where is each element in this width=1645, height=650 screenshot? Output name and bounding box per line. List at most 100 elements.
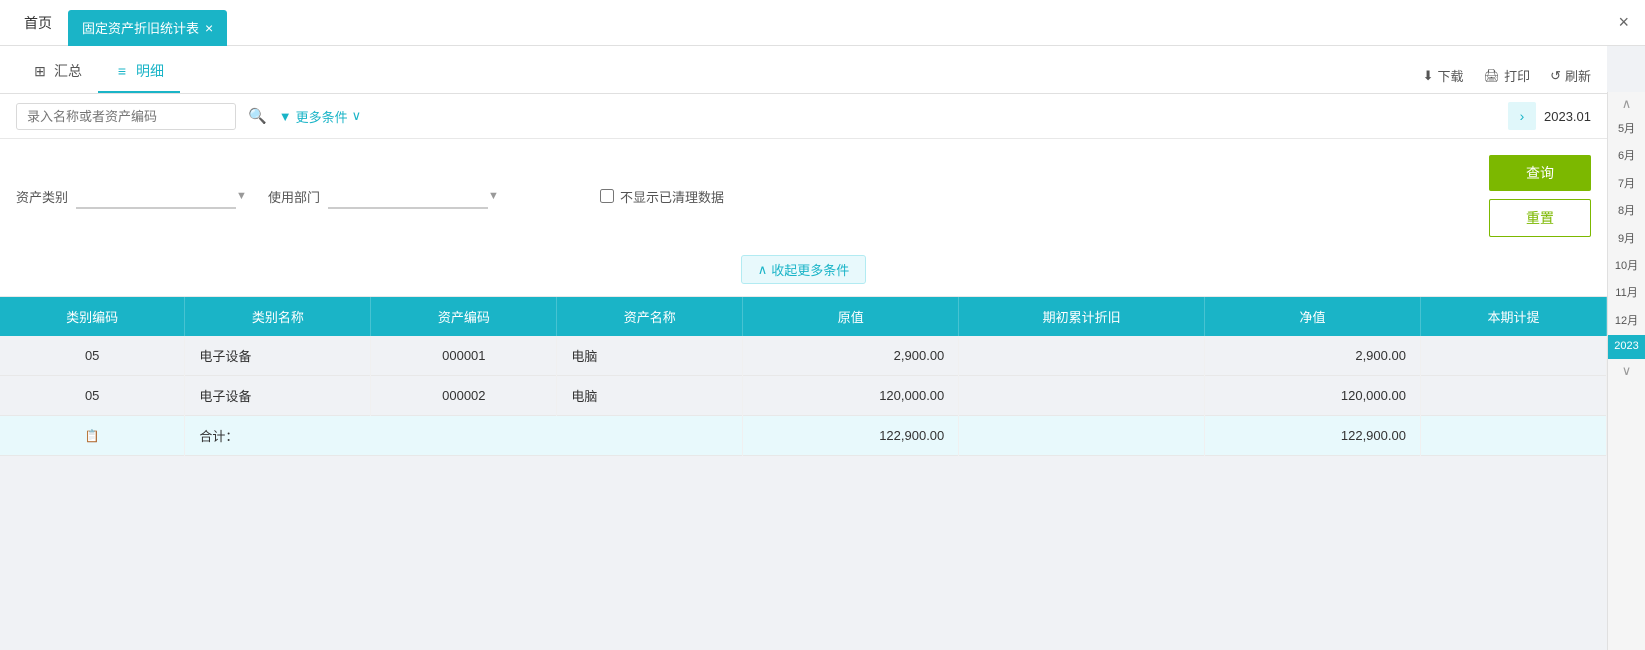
filter-buttons: 查询 重置 xyxy=(1489,155,1591,237)
print-icon: 🖨 xyxy=(1484,68,1501,84)
total-icon: 📋 xyxy=(0,416,185,456)
collapse-bar: ∧ 收起更多条件 xyxy=(16,249,1591,288)
cell-category-name: 电子设备 xyxy=(185,336,371,376)
refresh-label: 刷新 xyxy=(1565,66,1591,85)
total-original-value: 122,900.00 xyxy=(743,416,959,456)
asset-category-filter: 资产类别 ▼ xyxy=(16,184,236,209)
arrow-right-icon: › xyxy=(1520,108,1525,124)
table-total-row: 📋 合计： 122,900.00 122,900.00 xyxy=(0,416,1607,456)
cleared-data-filter: 不显示已清理数据 xyxy=(600,187,724,206)
cell-asset-name: 电脑 xyxy=(557,376,743,416)
cell-accum-depreciation xyxy=(959,376,1205,416)
filter-area: 资产类别 ▼ 使用部门 ▼ 不显示已清理数据 xyxy=(0,139,1607,297)
table-container: 类别编码 类别名称 资产编码 资产名称 原值 期初累计折旧 净值 本期计提 05… xyxy=(0,297,1607,604)
filter-icon: ▼ xyxy=(279,109,292,124)
top-nav: 首页 固定资产折旧统计表 × × xyxy=(0,0,1645,46)
more-filter-label: 更多条件 xyxy=(296,107,348,126)
more-filter-button[interactable]: ▼ 更多条件 ∨ xyxy=(279,107,361,126)
col-header-current-depreciation: 本期计提 xyxy=(1420,297,1606,336)
month-item[interactable]: 5月 xyxy=(1613,116,1640,143)
cell-asset-code: 000001 xyxy=(371,336,557,376)
scroll-up-button[interactable]: ∧ xyxy=(1608,92,1645,116)
print-label: 打印 xyxy=(1504,66,1530,85)
use-dept-dropdown-icon[interactable]: ▼ xyxy=(488,190,499,202)
col-header-asset-name: 资产名称 xyxy=(557,297,743,336)
col-header-net-value: 净值 xyxy=(1204,297,1420,336)
table-row: 05 电子设备 000002 电脑 120,000.00 120,000.00 xyxy=(0,376,1607,416)
cell-net-value: 2,900.00 xyxy=(1204,336,1420,376)
refresh-icon: ↺ xyxy=(1550,68,1561,84)
download-label: 下载 xyxy=(1438,66,1464,85)
tab-summary-label: 汇总 xyxy=(54,61,82,81)
month-item[interactable]: 11月 xyxy=(1613,280,1640,307)
month-item[interactable]: 12月 xyxy=(1613,308,1640,335)
table-row: 05 电子设备 000001 电脑 2,900.00 2,900.00 xyxy=(0,336,1607,376)
month-item[interactable]: 9月 xyxy=(1613,226,1640,253)
total-accum-depreciation xyxy=(959,416,1205,456)
search-icon[interactable]: 🔍 xyxy=(248,107,267,125)
tab-summary[interactable]: ⊞ 汇总 xyxy=(16,51,98,93)
toolbar-right: ⬇ 下载 🖨 打印 ↺ 刷新 xyxy=(1423,66,1591,93)
months-container: 5月6月7月8月9月10月11月12月 xyxy=(1613,116,1640,335)
date-label: 2023.01 xyxy=(1544,109,1591,124)
cell-asset-code: 000002 xyxy=(371,376,557,416)
print-button[interactable]: 🖨 打印 xyxy=(1484,66,1531,85)
month-item[interactable]: 10月 xyxy=(1613,253,1640,280)
active-tab[interactable]: 固定资产折旧统计表 × xyxy=(68,10,227,46)
download-icon: ⬇ xyxy=(1423,68,1434,84)
cell-category-code: 05 xyxy=(0,376,185,416)
cell-original-value: 120,000.00 xyxy=(743,376,959,416)
nav-home[interactable]: 首页 xyxy=(16,9,60,37)
collapse-button[interactable]: ∧ 收起更多条件 xyxy=(741,255,867,284)
col-header-original-value: 原值 xyxy=(743,297,959,336)
collapse-icon: ∧ xyxy=(758,262,768,278)
col-header-category-name: 类别名称 xyxy=(185,297,371,336)
search-input[interactable] xyxy=(16,103,236,130)
col-header-category-code: 类别编码 xyxy=(0,297,185,336)
col-header-accum-depreciation: 期初累计折旧 xyxy=(959,297,1205,336)
detail-icon: ≡ xyxy=(114,63,130,79)
right-panel: ∧ 5月6月7月8月9月10月11月12月 2023 ∨ xyxy=(1607,92,1645,650)
tab-close-icon[interactable]: × xyxy=(205,20,213,36)
use-dept-input[interactable] xyxy=(328,184,488,208)
cell-accum-depreciation xyxy=(959,336,1205,376)
search-bar: 🔍 ▼ 更多条件 ∨ › 2023.01 xyxy=(0,94,1607,139)
data-table: 类别编码 类别名称 资产编码 资产名称 原值 期初累计折旧 净值 本期计提 05… xyxy=(0,297,1607,456)
nav-arrow-right[interactable]: › xyxy=(1508,102,1536,130)
month-item[interactable]: 6月 xyxy=(1613,143,1640,170)
cell-net-value: 120,000.00 xyxy=(1204,376,1420,416)
month-item[interactable]: 8月 xyxy=(1613,198,1640,225)
query-button[interactable]: 查询 xyxy=(1489,155,1591,191)
total-current-depreciation xyxy=(1420,416,1606,456)
refresh-button[interactable]: ↺ 刷新 xyxy=(1550,66,1591,85)
download-button[interactable]: ⬇ 下载 xyxy=(1423,66,1464,85)
tab-label: 固定资产折旧统计表 xyxy=(82,18,199,37)
use-dept-label: 使用部门 xyxy=(268,187,320,206)
scroll-down-icon: ∨ xyxy=(1622,363,1632,379)
cell-original-value: 2,900.00 xyxy=(743,336,959,376)
asset-category-input[interactable] xyxy=(76,184,236,208)
total-net-value: 122,900.00 xyxy=(1204,416,1420,456)
month-item[interactable]: 7月 xyxy=(1613,171,1640,198)
sub-tabs: ⊞ 汇总 ≡ 明细 ⬇ 下载 🖨 打印 ↺ 刷新 xyxy=(0,46,1607,94)
table-header-row: 类别编码 类别名称 资产编码 资产名称 原值 期初累计折旧 净值 本期计提 xyxy=(0,297,1607,336)
reset-button[interactable]: 重置 xyxy=(1489,199,1591,237)
cell-current-depreciation xyxy=(1420,376,1606,416)
scroll-up-icon: ∧ xyxy=(1622,96,1632,112)
cleared-data-checkbox[interactable] xyxy=(600,189,614,203)
cell-asset-name: 电脑 xyxy=(557,336,743,376)
asset-category-label: 资产类别 xyxy=(16,187,68,206)
cell-current-depreciation xyxy=(1420,336,1606,376)
cleared-data-label: 不显示已清理数据 xyxy=(620,187,724,206)
cell-category-code: 05 xyxy=(0,336,185,376)
total-label: 合计： xyxy=(185,416,743,456)
scroll-down-button[interactable]: ∨ xyxy=(1608,359,1645,383)
use-dept-filter: 使用部门 ▼ xyxy=(268,184,488,209)
chevron-down-icon: ∨ xyxy=(352,108,362,124)
window-close-icon[interactable]: × xyxy=(1618,12,1629,33)
asset-category-dropdown-icon[interactable]: ▼ xyxy=(236,190,247,202)
filter-row: 资产类别 ▼ 使用部门 ▼ 不显示已清理数据 xyxy=(16,155,1591,237)
tab-detail[interactable]: ≡ 明细 xyxy=(98,51,180,93)
collapse-label: 收起更多条件 xyxy=(771,260,849,279)
year-label[interactable]: 2023 xyxy=(1608,335,1645,358)
